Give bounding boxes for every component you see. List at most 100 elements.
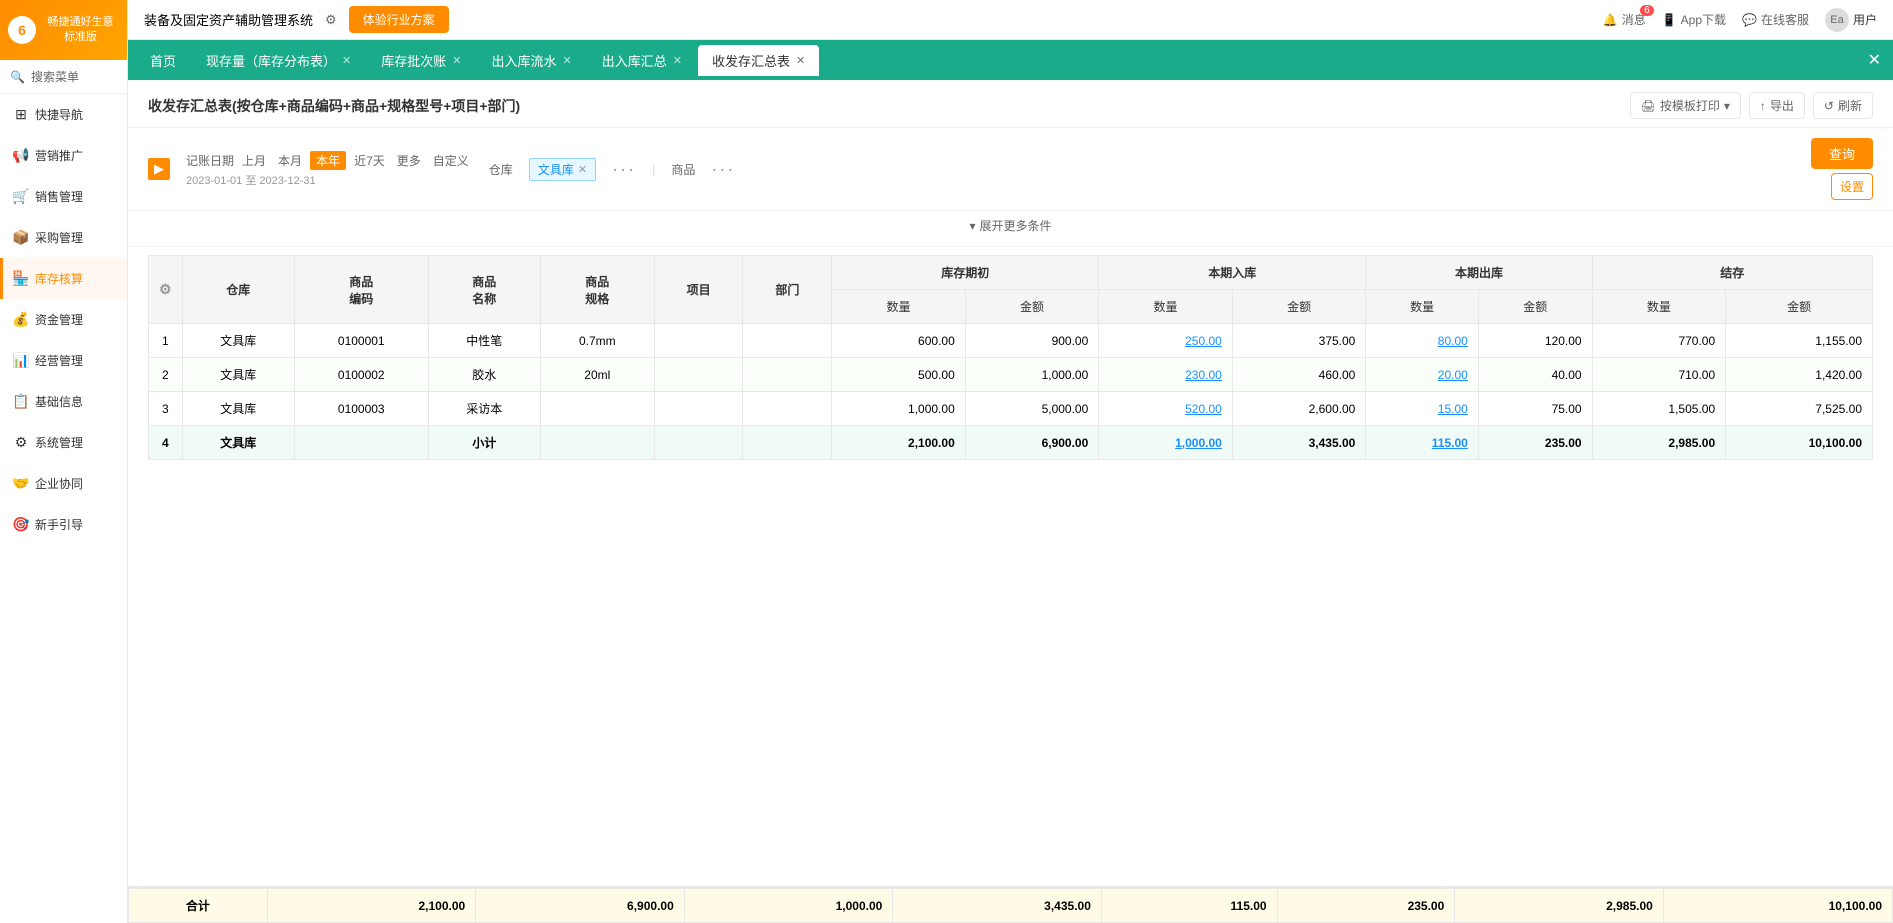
chevron-down-icon: ▾ — [1724, 99, 1730, 113]
cell-out-qty-0[interactable]: 80.00 — [1366, 324, 1478, 358]
sidebar-label-system: 系统管理 — [35, 434, 83, 451]
refresh-icon: ↺ — [1824, 99, 1834, 113]
sidebar-item-sales[interactable]: 🛒销售管理 — [0, 176, 127, 217]
sidebar-item-basic-info[interactable]: 📋基础信息 — [0, 381, 127, 422]
tab-inout-flow[interactable]: 出入库流水 ✕ — [477, 45, 585, 76]
page-title-bar: 收发存汇总表(按仓库+商品编码+商品+规格型号+项目+部门) 🖨 按模板打印 ▾… — [128, 80, 1893, 128]
warehouse-label: 仓库 — [489, 161, 513, 178]
date-btn-本年[interactable]: 本年 — [310, 151, 346, 170]
cell-in-qty-1[interactable]: 230.00 — [1099, 358, 1233, 392]
cell-in-qty-2[interactable]: 520.00 — [1099, 392, 1233, 426]
sidebar-item-guide[interactable]: 🎯新手引导 — [0, 504, 127, 545]
cell-in-qty-3[interactable]: 1,000.00 — [1099, 426, 1233, 460]
sidebar-item-marketing[interactable]: 📢营销推广 — [0, 135, 127, 176]
tab-stock-dist[interactable]: 现存量（库存分布表）✕ — [192, 45, 365, 76]
print-btn[interactable]: 🖨 按模板打印 ▾ — [1630, 92, 1741, 119]
tab-close-stock-dist[interactable]: ✕ — [342, 54, 351, 67]
warehouse-more[interactable]: ··· — [612, 159, 636, 180]
user-area[interactable]: Ea 用户 — [1825, 8, 1877, 32]
cell-spec-3 — [540, 426, 654, 460]
cell-bal-qty-1: 710.00 — [1592, 358, 1726, 392]
footer-bal-amt: 10,100.00 — [1663, 889, 1892, 923]
industry-btn[interactable]: 体验行业方案 — [349, 6, 449, 33]
date-filter: 记账日期 上月本月本年近7天更多自定义 2023-01-01 至 2023-12… — [186, 151, 473, 188]
query-btn[interactable]: 查询 — [1811, 138, 1873, 169]
sidebar-item-cooperation[interactable]: 🤝企业协同 — [0, 463, 127, 504]
col-settings-icon[interactable]: ⚙ — [149, 256, 183, 324]
cell-in-amt-2: 2,600.00 — [1232, 392, 1366, 426]
cell-out-qty-3[interactable]: 115.00 — [1366, 426, 1478, 460]
sidebar-item-operations[interactable]: 📊经营管理 — [0, 340, 127, 381]
footer-init-qty: 2,100.00 — [267, 889, 476, 923]
cell-dept-2 — [743, 392, 832, 426]
cell-bal-qty-0: 770.00 — [1592, 324, 1726, 358]
tab-label-inout-flow: 出入库流水 — [491, 51, 556, 70]
date-btn-自定义[interactable]: 自定义 — [429, 151, 473, 170]
cell-out-qty-2[interactable]: 15.00 — [1366, 392, 1478, 426]
refresh-btn[interactable]: ↺ 刷新 — [1813, 92, 1873, 119]
tab-close-batch[interactable]: ✕ — [452, 54, 461, 67]
sidebar-item-purchase[interactable]: 📦采购管理 — [0, 217, 127, 258]
table-row: 1 文具库 0100001 中性笔 0.7mm 600.00 900.00 25… — [149, 324, 1873, 358]
tab-close-recv-send[interactable]: ✕ — [796, 54, 805, 67]
tab-home[interactable]: 首页 — [136, 45, 190, 76]
footer-init-amt: 6,900.00 — [476, 889, 685, 923]
cell-bal-amt-1: 1,420.00 — [1726, 358, 1873, 392]
date-btn-近7天[interactable]: 近7天 — [350, 151, 389, 170]
tab-bar-close[interactable]: ✕ — [1864, 46, 1885, 74]
date-btn-本月[interactable]: 本月 — [274, 151, 306, 170]
notifications-btn[interactable]: 🔔 消息 6 — [1603, 11, 1646, 28]
tab-label-home: 首页 — [150, 51, 176, 70]
table-row: 4 文具库 小计 2,100.00 6,900.00 1,000.00 3,43… — [149, 426, 1873, 460]
expand-more-btn[interactable]: ▾ 展开更多条件 — [148, 211, 1873, 240]
cell-init-amt-0: 900.00 — [965, 324, 1099, 358]
service-icon: 💬 — [1742, 13, 1757, 27]
data-table: ⚙ 仓库 商品编码 商品名称 商品规格 项目 部门 库存期初 本期入库 本期出库… — [148, 255, 1873, 460]
date-btn-上月[interactable]: 上月 — [238, 151, 270, 170]
set-btn[interactable]: 设置 — [1831, 173, 1873, 200]
cell-num-0: 1 — [149, 324, 183, 358]
settings-icon[interactable]: ⚙ — [325, 12, 337, 28]
tab-inout-summary[interactable]: 出入库汇总✕ — [588, 45, 696, 76]
cell-dept-3 — [743, 426, 832, 460]
tab-close-inout-summary[interactable]: ✕ — [673, 54, 682, 67]
page-content: 收发存汇总表(按仓库+商品编码+商品+规格型号+项目+部门) 🖨 按模板打印 ▾… — [128, 80, 1893, 923]
main-area: 装备及固定资产辅助管理系统 ⚙ 体验行业方案 🔔 消息 6 📱 App下载 💬 … — [128, 0, 1893, 923]
search-menu[interactable]: 🔍 搜索菜单 — [0, 60, 127, 94]
cell-name-3: 小计 — [428, 426, 540, 460]
inventory-icon: 🏪 — [13, 271, 29, 287]
tab-batch[interactable]: 库存批次账✕ — [367, 45, 475, 76]
online-service-btn[interactable]: 💬 在线客服 — [1742, 11, 1809, 28]
tab-bar: 首页现存量（库存分布表）✕库存批次账✕出入库流水✕出入库汇总✕收发存汇总表✕✕ — [128, 40, 1893, 80]
expand-icon: ▾ — [969, 219, 975, 233]
sidebar-item-inventory[interactable]: 🏪库存核算 — [0, 258, 127, 299]
app-download-btn[interactable]: 📱 App下载 — [1662, 11, 1726, 28]
sidebar-item-system[interactable]: ⚙系统管理 — [0, 422, 127, 463]
cell-spec-0: 0.7mm — [540, 324, 654, 358]
print-icon: 🖨 — [1641, 99, 1656, 113]
sidebar-item-finance[interactable]: 💰资金管理 — [0, 299, 127, 340]
date-btn-更多[interactable]: 更多 — [393, 151, 425, 170]
search-menu-label: 搜索菜单 — [31, 68, 79, 85]
warehouse-tag-value: 文具库 — [538, 161, 574, 178]
cell-in-qty-0[interactable]: 250.00 — [1099, 324, 1233, 358]
sidebar-item-quick-nav[interactable]: ⊞快捷导航 — [0, 94, 127, 135]
sidebar-label-sales: 销售管理 — [35, 188, 83, 205]
print-label: 按模板打印 — [1660, 97, 1720, 114]
filter-toggle[interactable]: ▶ — [148, 158, 170, 180]
cell-init-qty-0: 600.00 — [832, 324, 966, 358]
export-btn[interactable]: ↑ 导出 — [1749, 92, 1805, 119]
cell-bal-amt-2: 7,525.00 — [1726, 392, 1873, 426]
tab-recv-send[interactable]: 收发存汇总表✕ — [698, 45, 819, 76]
sub-out-qty: 数量 — [1366, 290, 1478, 324]
col-bal-header: 结存 — [1592, 256, 1872, 290]
goods-more[interactable]: ··· — [711, 159, 735, 180]
cell-bal-qty-3: 2,985.00 — [1592, 426, 1726, 460]
cell-code-2: 0100003 — [294, 392, 428, 426]
sidebar-label-basic-info: 基础信息 — [35, 393, 83, 410]
tab-close-inout-flow[interactable]: ✕ — [563, 54, 572, 67]
cell-out-qty-1[interactable]: 20.00 — [1366, 358, 1478, 392]
col-dept-header: 部门 — [743, 256, 832, 324]
cell-code-0: 0100001 — [294, 324, 428, 358]
warehouse-tag-close[interactable]: ✕ — [578, 163, 587, 176]
